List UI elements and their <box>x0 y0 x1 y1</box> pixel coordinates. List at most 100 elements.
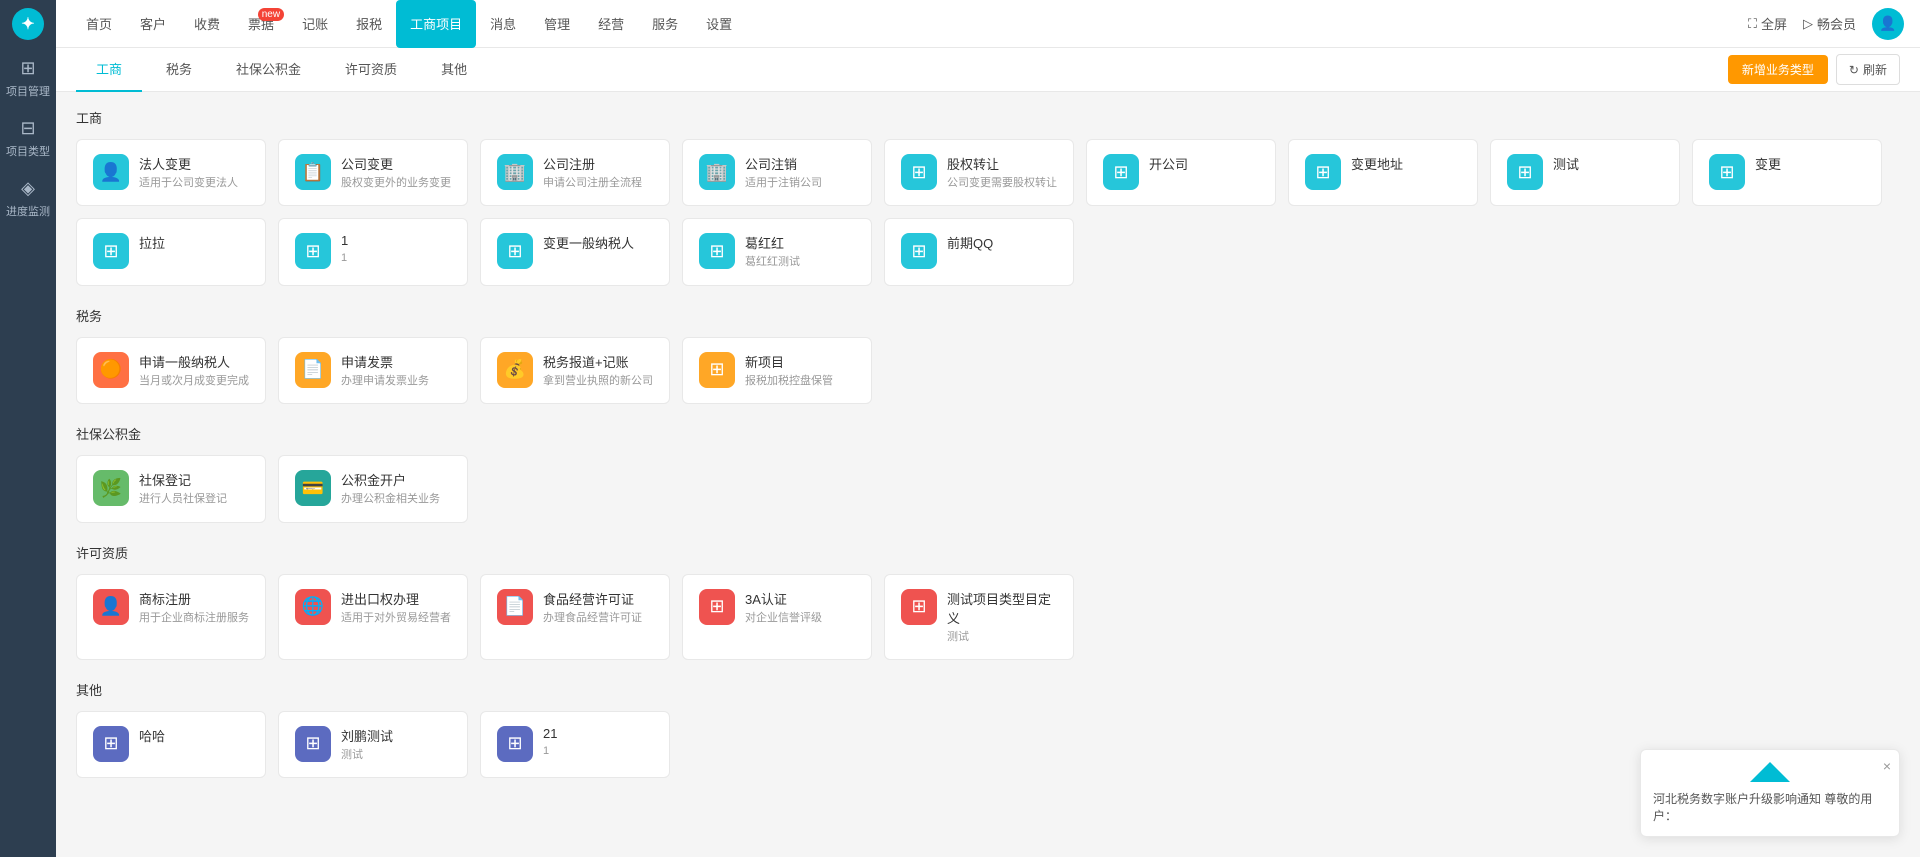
card-title: 公司注销 <box>745 154 855 173</box>
card-desc: 办理公积金相关业务 <box>341 492 451 507</box>
project-type-icon: ⊟ <box>20 118 35 139</box>
equity-transfer-icon: ⊞ <box>901 154 937 190</box>
card-equity-transfer[interactable]: ⊞ 股权转让 公司变更需要股权转让 <box>884 139 1074 206</box>
twenty-one-icon: ⊞ <box>497 726 533 762</box>
test-icon: ⊞ <box>1507 154 1543 190</box>
fullscreen-icon: ⛶ <box>1748 16 1757 32</box>
nav-operations[interactable]: 经营 <box>584 0 638 48</box>
early-qq-icon: ⊞ <box>901 233 937 269</box>
nav-messages[interactable]: 消息 <box>476 0 530 48</box>
card-apply-general-taxpayer[interactable]: 🟠 申请一般纳税人 当月或次月成变更完成 <box>76 337 266 404</box>
card-title: 前期QQ <box>947 233 1057 252</box>
nav-tax[interactable]: 报税 <box>342 0 396 48</box>
card-fund-open[interactable]: 💳 公积金开户 办理公积金相关业务 <box>278 455 468 522</box>
logo-icon: ✦ <box>12 8 44 40</box>
card-early-qq[interactable]: ⊞ 前期QQ <box>884 218 1074 285</box>
nav-settings[interactable]: 设置 <box>692 0 746 48</box>
tab-industry[interactable]: 工商 <box>76 48 142 92</box>
card-test[interactable]: ⊞ 测试 <box>1490 139 1680 206</box>
avatar[interactable]: 👤 <box>1872 8 1904 40</box>
nav-industry[interactable]: 工商项目 <box>396 0 476 48</box>
card-haha[interactable]: ⊞ 哈哈 <box>76 711 266 778</box>
tab-other[interactable]: 其他 <box>421 48 487 92</box>
card-desc: 测试 <box>947 630 1057 645</box>
one-icon: ⊞ <box>295 233 331 269</box>
nav-management[interactable]: 管理 <box>530 0 584 48</box>
card-test-type[interactable]: ⊞ 测试项目类型目定义 测试 <box>884 574 1074 660</box>
card-desc: 办理食品经营许可证 <box>543 611 653 626</box>
card-change-address[interactable]: ⊞ 变更地址 <box>1288 139 1478 206</box>
card-company-register[interactable]: 🏢 公司注册 申请公司注册全流程 <box>480 139 670 206</box>
card-title: 进出口权办理 <box>341 589 451 608</box>
company-register-icon: 🏢 <box>497 154 533 190</box>
card-title: 商标注册 <box>139 589 249 608</box>
notification-arrow <box>1750 762 1790 782</box>
nav-service[interactable]: 服务 <box>638 0 692 48</box>
card-gehonghong[interactable]: ⊞ 葛红红 葛红红测试 <box>682 218 872 285</box>
gehonghong-icon: ⊞ <box>699 233 735 269</box>
card-open-company[interactable]: ⊞ 开公司 <box>1086 139 1276 206</box>
tab-tax[interactable]: 税务 <box>146 48 212 92</box>
notification-close-button[interactable]: × <box>1883 758 1891 774</box>
card-lala[interactable]: ⊞ 拉拉 <box>76 218 266 285</box>
card-3a-cert[interactable]: ⊞ 3A认证 对企业信誉评级 <box>682 574 872 660</box>
card-liupeng-test[interactable]: ⊞ 刘鹏测试 测试 <box>278 711 468 778</box>
nav-accounting[interactable]: 记账 <box>288 0 342 48</box>
card-legal-change[interactable]: 👤 法人变更 适用于公司变更法人 <box>76 139 266 206</box>
card-social-register[interactable]: 🌿 社保登记 进行人员社保登记 <box>76 455 266 522</box>
avatar-icon: 👤 <box>1879 15 1896 32</box>
other-section-title: 其他 <box>76 680 1900 699</box>
fullscreen-btn[interactable]: ⛶ 全屏 <box>1748 14 1787 33</box>
sidebar-item-project-type[interactable]: ⊟ 项目类型 <box>0 108 56 168</box>
card-title: 变更 <box>1755 154 1865 173</box>
tab-social-fund[interactable]: 社保公积金 <box>216 48 321 92</box>
card-title: 变更一般纳税人 <box>543 233 653 252</box>
card-new-project[interactable]: ⊞ 新项目 报税加税控盘保管 <box>682 337 872 404</box>
card-desc: 股权变更外的业务变更 <box>341 176 451 191</box>
refresh-button[interactable]: ↻ 刷新 <box>1836 54 1900 85</box>
change-address-icon: ⊞ <box>1305 154 1341 190</box>
card-apply-invoice[interactable]: 📄 申请发票 办理申请发票业务 <box>278 337 468 404</box>
card-desc: 适用于公司变更法人 <box>139 176 249 191</box>
refresh-icon: ↻ <box>1849 63 1859 77</box>
tab-permit[interactable]: 许可资质 <box>325 48 417 92</box>
sidebar-item-progress[interactable]: ◈ 进度监测 <box>0 168 56 228</box>
card-tax-report-accounting[interactable]: 💰 税务报道+记账 拿到营业执照的新公司 <box>480 337 670 404</box>
trademark-icon: 👤 <box>93 589 129 625</box>
card-title: 3A认证 <box>745 589 855 608</box>
card-title: 申请一般纳税人 <box>139 352 249 371</box>
nav-customer[interactable]: 客户 <box>126 0 180 48</box>
card-desc: 1 <box>341 251 451 266</box>
card-desc: 当月或次月成变更完成 <box>139 374 249 389</box>
card-food-permit[interactable]: 📄 食品经营许可证 办理食品经营许可证 <box>480 574 670 660</box>
social-fund-cards: 🌿 社保登记 进行人员社保登记 💳 公积金开户 办理公积金相关业务 <box>76 455 1900 522</box>
card-twenty-one[interactable]: ⊞ 21 1 <box>480 711 670 778</box>
lala-icon: ⊞ <box>93 233 129 269</box>
content-area: 工商 👤 法人变更 适用于公司变更法人 📋 公司变更 股权变更外的业务变更 🏢 <box>56 92 1920 814</box>
card-company-cancel[interactable]: 🏢 公司注销 适用于注销公司 <box>682 139 872 206</box>
card-title: 21 <box>543 726 653 741</box>
card-title: 变更地址 <box>1351 154 1461 173</box>
company-cancel-icon: 🏢 <box>699 154 735 190</box>
apply-general-taxpayer-icon: 🟠 <box>93 352 129 388</box>
sidebar-item-project-mgmt[interactable]: ⊞ 项目管理 <box>0 48 56 108</box>
test-type-icon: ⊞ <box>901 589 937 625</box>
card-company-change[interactable]: 📋 公司变更 股权变更外的业务变更 <box>278 139 468 206</box>
new-type-button[interactable]: 新增业务类型 <box>1728 55 1828 84</box>
card-import-export[interactable]: 🌐 进出口权办理 适用于对外贸易经营者 <box>278 574 468 660</box>
card-title: 哈哈 <box>139 726 249 745</box>
card-desc: 测试 <box>341 748 451 763</box>
card-trademark[interactable]: 👤 商标注册 用于企业商标注册服务 <box>76 574 266 660</box>
card-change[interactable]: ⊞ 变更 <box>1692 139 1882 206</box>
social-register-icon: 🌿 <box>93 470 129 506</box>
card-one[interactable]: ⊞ 1 1 <box>278 218 468 285</box>
card-title: 法人变更 <box>139 154 249 173</box>
import-export-icon: 🌐 <box>295 589 331 625</box>
card-change-taxpayer[interactable]: ⊞ 变更一般纳税人 <box>480 218 670 285</box>
nav-billing[interactable]: 收费 <box>180 0 234 48</box>
card-title: 社保登记 <box>139 470 249 489</box>
member-btn[interactable]: ▷ 畅会员 <box>1803 14 1856 33</box>
nav-home[interactable]: 首页 <box>72 0 126 48</box>
nav-invoice[interactable]: 票据 new <box>234 0 288 48</box>
nav-right: ⛶ 全屏 ▷ 畅会员 👤 <box>1748 8 1904 40</box>
